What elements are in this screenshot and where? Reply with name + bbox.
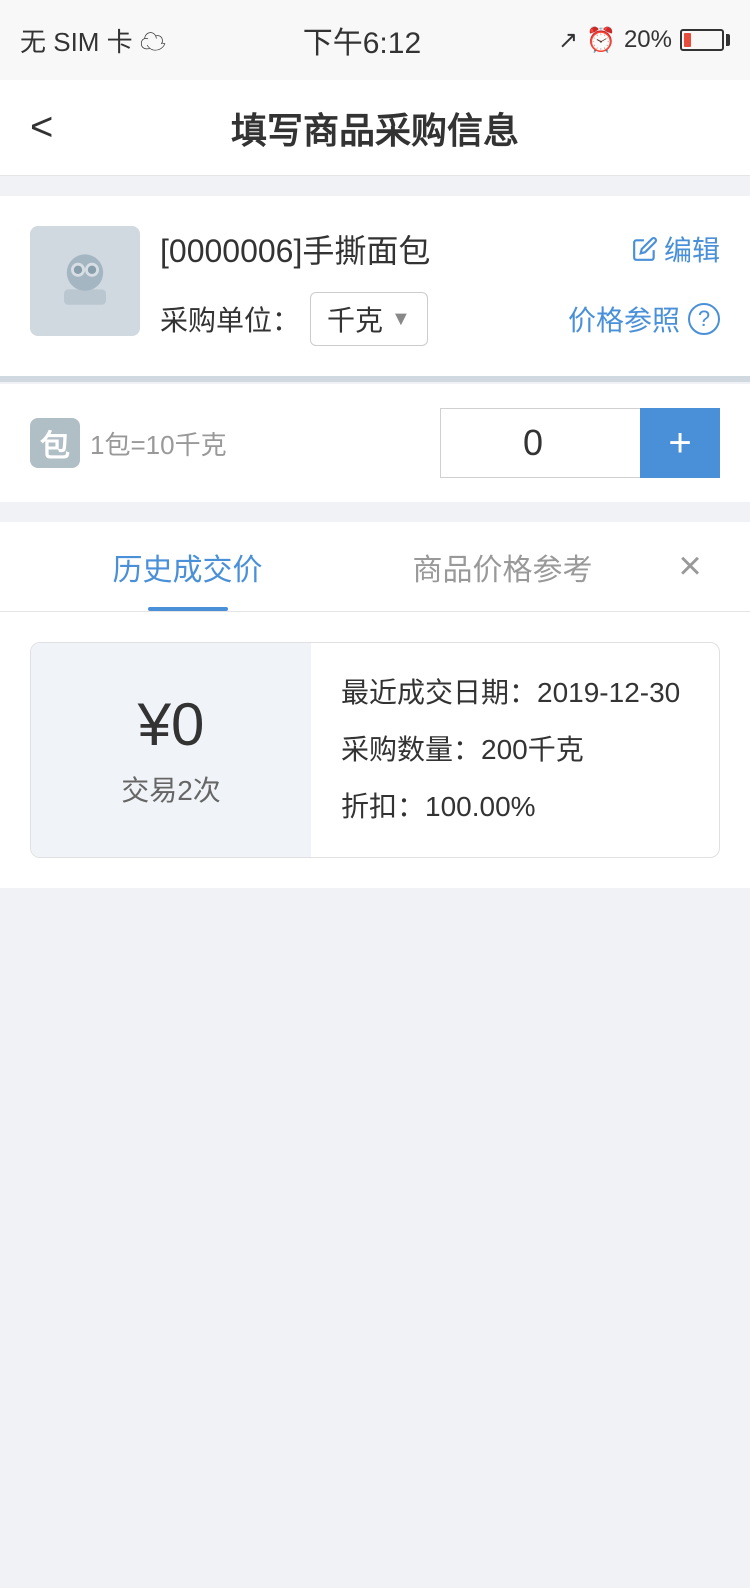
close-icon: × xyxy=(678,544,701,589)
tab-history-label: 历史成交价 xyxy=(113,545,263,589)
recent-date-row: 最近成交日期：2019-12-30 xyxy=(341,673,689,712)
qty-icon-text: 包 xyxy=(40,421,70,465)
price-card-left: ¥0 交易2次 xyxy=(31,643,311,857)
product-image xyxy=(30,226,140,336)
product-unit-row: 采购单位： 千克 ▼ 价格参照 ? xyxy=(160,292,720,346)
qty-row: 采购数量：200千克 xyxy=(341,730,689,769)
price-ref-icon: ? xyxy=(688,303,720,335)
battery-percent: 20% xyxy=(624,26,672,54)
status-right: ↗ ⏰ 20% xyxy=(558,26,730,55)
product-top-row: [0000006]手撕面包 编辑 xyxy=(160,226,720,272)
qty-value: 200千克 xyxy=(481,734,584,765)
discount-value: 100.00% xyxy=(425,791,536,822)
price-ref-button[interactable]: 价格参照 ? xyxy=(568,299,720,339)
status-bar: 无 SIM 卡 ☁ 下午6:12 ↗ ⏰ 20% xyxy=(0,0,750,80)
product-name: [0000006]手撕面包 xyxy=(160,226,430,272)
price-card-right: 最近成交日期：2019-12-30 采购数量：200千克 折扣：100.00% xyxy=(311,643,719,857)
page-title: 填写商品采购信息 xyxy=(231,102,519,154)
alarm-icon: ⏰ xyxy=(586,26,616,55)
price-card: ¥0 交易2次 最近成交日期：2019-12-30 采购数量：200千克 折扣：… xyxy=(30,642,720,858)
price-tx-count: 交易2次 xyxy=(121,769,221,809)
back-button[interactable]: < xyxy=(30,105,90,150)
product-card: [0000006]手撕面包 编辑 采购单位： 千克 ▼ 价格参照 ? xyxy=(0,196,750,376)
unit-value: 千克 xyxy=(327,299,383,339)
location-icon: ↗ xyxy=(558,26,578,55)
tab-active-indicator xyxy=(148,607,228,611)
history-content: ¥0 交易2次 最近成交日期：2019-12-30 采购数量：200千克 折扣：… xyxy=(0,612,750,888)
price-amount: ¥0 xyxy=(138,690,205,759)
qty-input-area: + xyxy=(247,408,720,478)
discount-label: 折扣： xyxy=(341,791,425,822)
qty-label: 采购数量： xyxy=(341,734,481,765)
battery-icon xyxy=(680,29,730,51)
edit-label: 编辑 xyxy=(664,229,720,269)
unit-dropdown-arrow: ▼ xyxy=(391,308,411,331)
section-divider xyxy=(0,376,750,382)
plus-icon: + xyxy=(668,421,691,466)
quantity-row: 包 1包=10千克 + xyxy=(0,384,750,502)
nav-bar: < 填写商品采购信息 xyxy=(0,80,750,176)
close-button[interactable]: × xyxy=(660,537,720,597)
qty-icon: 包 xyxy=(30,418,80,468)
qty-plus-button[interactable]: + xyxy=(640,408,720,478)
tab-history-price[interactable]: 历史成交价 xyxy=(30,522,345,611)
tab-price-ref-label: 商品价格参考 xyxy=(413,545,593,589)
price-ref-label: 价格参照 xyxy=(568,299,680,339)
status-center: 下午6:12 xyxy=(303,18,421,62)
qty-unit-info: 1包=10千克 xyxy=(90,425,227,462)
qty-input[interactable] xyxy=(440,408,640,478)
recent-date-value: 2019-12-30 xyxy=(537,677,680,708)
product-info: [0000006]手撕面包 编辑 采购单位： 千克 ▼ 价格参照 ? xyxy=(160,226,720,346)
edit-button[interactable]: 编辑 xyxy=(632,229,720,269)
unit-label: 采购单位： xyxy=(160,299,300,339)
main-bg xyxy=(0,888,750,1588)
tabs-bar: 历史成交价 商品价格参考 × xyxy=(0,522,750,612)
tab-price-ref[interactable]: 商品价格参考 xyxy=(345,522,660,611)
unit-select[interactable]: 千克 ▼ xyxy=(310,292,428,346)
recent-date-label: 最近成交日期： xyxy=(341,677,537,708)
discount-row: 折扣：100.00% xyxy=(341,787,689,826)
status-left: 无 SIM 卡 ☁ xyxy=(20,22,166,59)
qty-icon-label: 包 1包=10千克 xyxy=(30,418,227,468)
